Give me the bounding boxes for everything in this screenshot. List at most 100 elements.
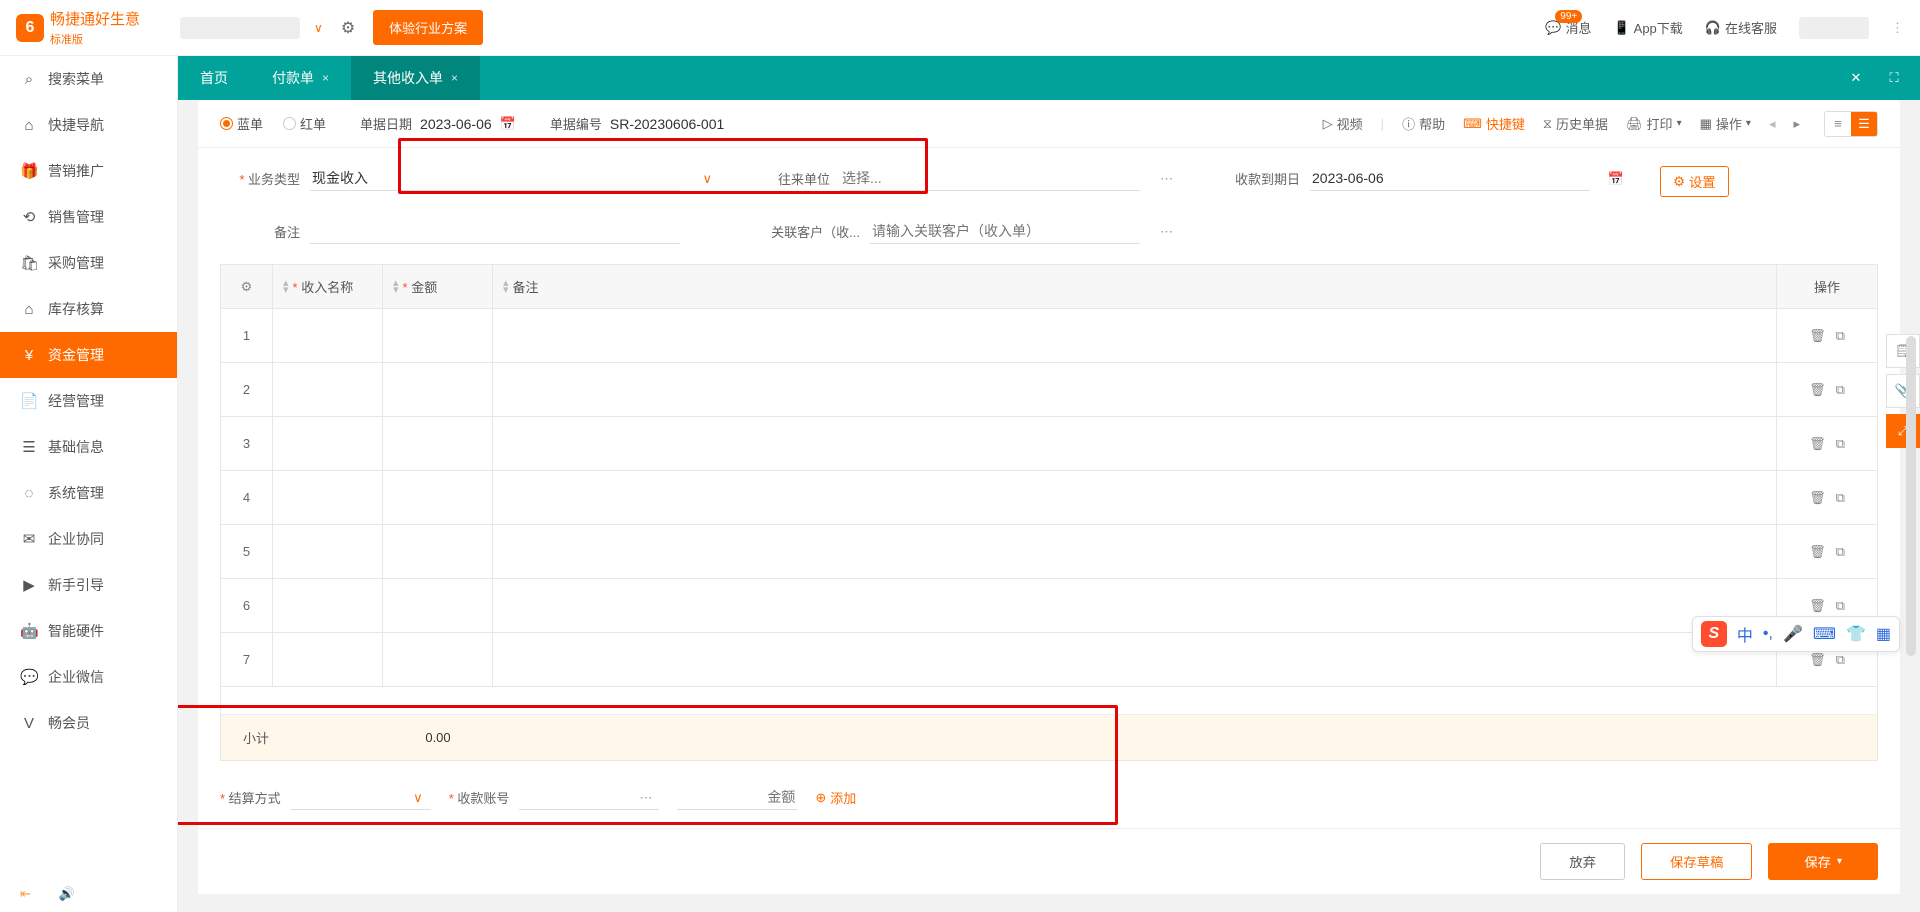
view-mode-toggle[interactable]: ≡☰ [1824,111,1878,137]
cell-income-name[interactable] [273,579,383,632]
ime-toolbar[interactable]: S 中 •, 🎤 ⌨ 👕 ▦ [1692,616,1900,652]
chevron-down-icon[interactable]: ∨ [702,171,712,187]
nav-next-icon[interactable]: ▸ [1793,116,1800,132]
table-row[interactable]: 3🗑⧉ [221,417,1877,471]
delete-row-icon[interactable]: 🗑 [1809,652,1826,668]
cell-remark[interactable] [493,579,1777,632]
trial-plan-button[interactable]: 体验行业方案 [373,10,483,45]
sidebar-item-1[interactable]: ⌂快捷导航 [0,102,177,148]
calendar-icon[interactable]: 📅 [500,116,516,132]
calendar-icon[interactable]: 📅 [1608,171,1624,187]
tool-video[interactable]: ▷视频 [1323,114,1363,133]
ime-skin-icon[interactable]: 👕 [1846,624,1866,644]
remark-input[interactable] [310,219,680,244]
delete-row-icon[interactable]: 🗑 [1809,544,1826,560]
copy-row-icon[interactable]: ⧉ [1836,328,1845,344]
table-row[interactable]: 5🗑⧉ [221,525,1877,579]
tab-close-button[interactable]: ✕ [1844,66,1868,90]
sidebar-item-11[interactable]: ▶新手引导 [0,562,177,608]
col-amount[interactable]: ▴▾金额 [383,265,493,308]
user-avatar[interactable] [1799,17,1869,39]
cell-income-name[interactable] [273,309,383,362]
copy-row-icon[interactable]: ⧉ [1836,598,1845,614]
tool-help[interactable]: ⓘ帮助 [1402,114,1445,133]
topbar-messages[interactable]: 💬 消息 99+ [1545,18,1591,37]
table-row[interactable]: 7🗑⧉ [221,633,1877,687]
sidebar-item-7[interactable]: 📄经营管理 [0,378,177,424]
sidebar-item-4[interactable]: 🛍采购管理 [0,240,177,286]
sidebar-item-12[interactable]: 🤖智能硬件 [0,608,177,654]
cell-amount[interactable] [383,471,493,524]
cell-income-name[interactable] [273,471,383,524]
sidebar-item-5[interactable]: ⌂库存核算 [0,286,177,332]
cell-remark[interactable] [493,363,1777,416]
party-input[interactable] [840,166,1140,191]
tool-operations[interactable]: ▦操作▾ [1700,114,1751,133]
tab-1[interactable]: 付款单× [250,56,351,100]
settings-button[interactable]: ⚙设置 [1660,166,1729,197]
add-settle-line-button[interactable]: ⊕添加 [815,788,856,807]
radio-red-doc[interactable]: 红单 [283,114,326,133]
column-config-button[interactable]: ⚙ [221,265,273,308]
sidebar-item-3[interactable]: ⟲销售管理 [0,194,177,240]
more-icon[interactable]: ⋯ [1160,171,1174,187]
copy-row-icon[interactable]: ⧉ [1836,544,1845,560]
radio-blue-doc[interactable]: 蓝单 [220,114,263,133]
nav-prev-icon[interactable]: ◂ [1769,116,1776,132]
col-income-name[interactable]: ▴▾收入名称 [273,265,383,308]
cell-remark[interactable] [493,633,1777,686]
table-row[interactable]: 2🗑⧉ [221,363,1877,417]
tab-expand-button[interactable]: ⛶ [1882,66,1906,90]
ime-keyboard-icon[interactable]: ⌨ [1813,624,1836,644]
more-icon[interactable]: ⋯ [639,790,653,806]
tool-shortcut[interactable]: ⌨快捷键 [1463,114,1525,133]
sidebar-item-9[interactable]: ◌系统管理 [0,470,177,516]
copy-row-icon[interactable]: ⧉ [1836,652,1845,668]
topbar-customer-service[interactable]: 🎧在线客服 [1705,18,1777,37]
cell-remark[interactable] [493,525,1777,578]
cell-income-name[interactable] [273,525,383,578]
delete-row-icon[interactable]: 🗑 [1809,328,1826,344]
settle-method-input[interactable] [291,785,431,810]
sidebar-item-10[interactable]: ✉企业协同 [0,516,177,562]
topbar-app-download[interactable]: 📱App下载 [1613,18,1682,37]
tab-2[interactable]: 其他收入单× [351,56,480,100]
org-selector[interactable]: ∨ [180,17,323,39]
menu-icon[interactable]: ⋮ [1891,20,1904,36]
cell-income-name[interactable] [273,633,383,686]
table-row[interactable]: 6🗑⧉ [221,579,1877,633]
sidebar-item-13[interactable]: 💬企业微信 [0,654,177,700]
due-date-input[interactable] [1310,166,1590,191]
more-icon[interactable]: ⋯ [1160,224,1174,240]
delete-row-icon[interactable]: 🗑 [1809,598,1826,614]
copy-row-icon[interactable]: ⧉ [1836,436,1845,452]
cell-amount[interactable] [383,525,493,578]
collapse-icon[interactable]: ⇤ [20,886,31,902]
cell-remark[interactable] [493,417,1777,470]
table-row[interactable]: 4🗑⧉ [221,471,1877,525]
discard-button[interactable]: 放弃 [1540,843,1625,880]
table-row[interactable]: 1🗑⧉ [221,309,1877,363]
sidebar-item-8[interactable]: ☰基础信息 [0,424,177,470]
save-draft-button[interactable]: 保存草稿 [1641,843,1752,880]
ime-toolbox-icon[interactable]: ▦ [1876,624,1891,644]
ime-lang[interactable]: 中 [1737,622,1753,646]
tab-0[interactable]: 首页 [178,56,250,100]
close-icon[interactable]: × [451,71,458,85]
col-remark[interactable]: ▴▾备注 [493,265,1777,308]
close-icon[interactable]: × [322,71,329,85]
doc-date-value[interactable]: 2023-06-06 [420,116,492,132]
delete-row-icon[interactable]: 🗑 [1809,490,1826,506]
ime-mic-icon[interactable]: 🎤 [1783,624,1803,644]
settle-amount-input[interactable] [677,785,797,810]
cell-amount[interactable] [383,363,493,416]
cell-amount[interactable] [383,579,493,632]
sidebar-item-14[interactable]: V畅会员 [0,700,177,746]
tool-print[interactable]: 🖨打印▾ [1626,114,1682,133]
sidebar-item-2[interactable]: 🎁营销推广 [0,148,177,194]
tool-history[interactable]: ⧖历史单据 [1543,114,1608,133]
sound-icon[interactable]: 🔊 [59,886,75,902]
cell-income-name[interactable] [273,417,383,470]
save-button[interactable]: 保存▾ [1768,843,1878,880]
cell-remark[interactable] [493,471,1777,524]
